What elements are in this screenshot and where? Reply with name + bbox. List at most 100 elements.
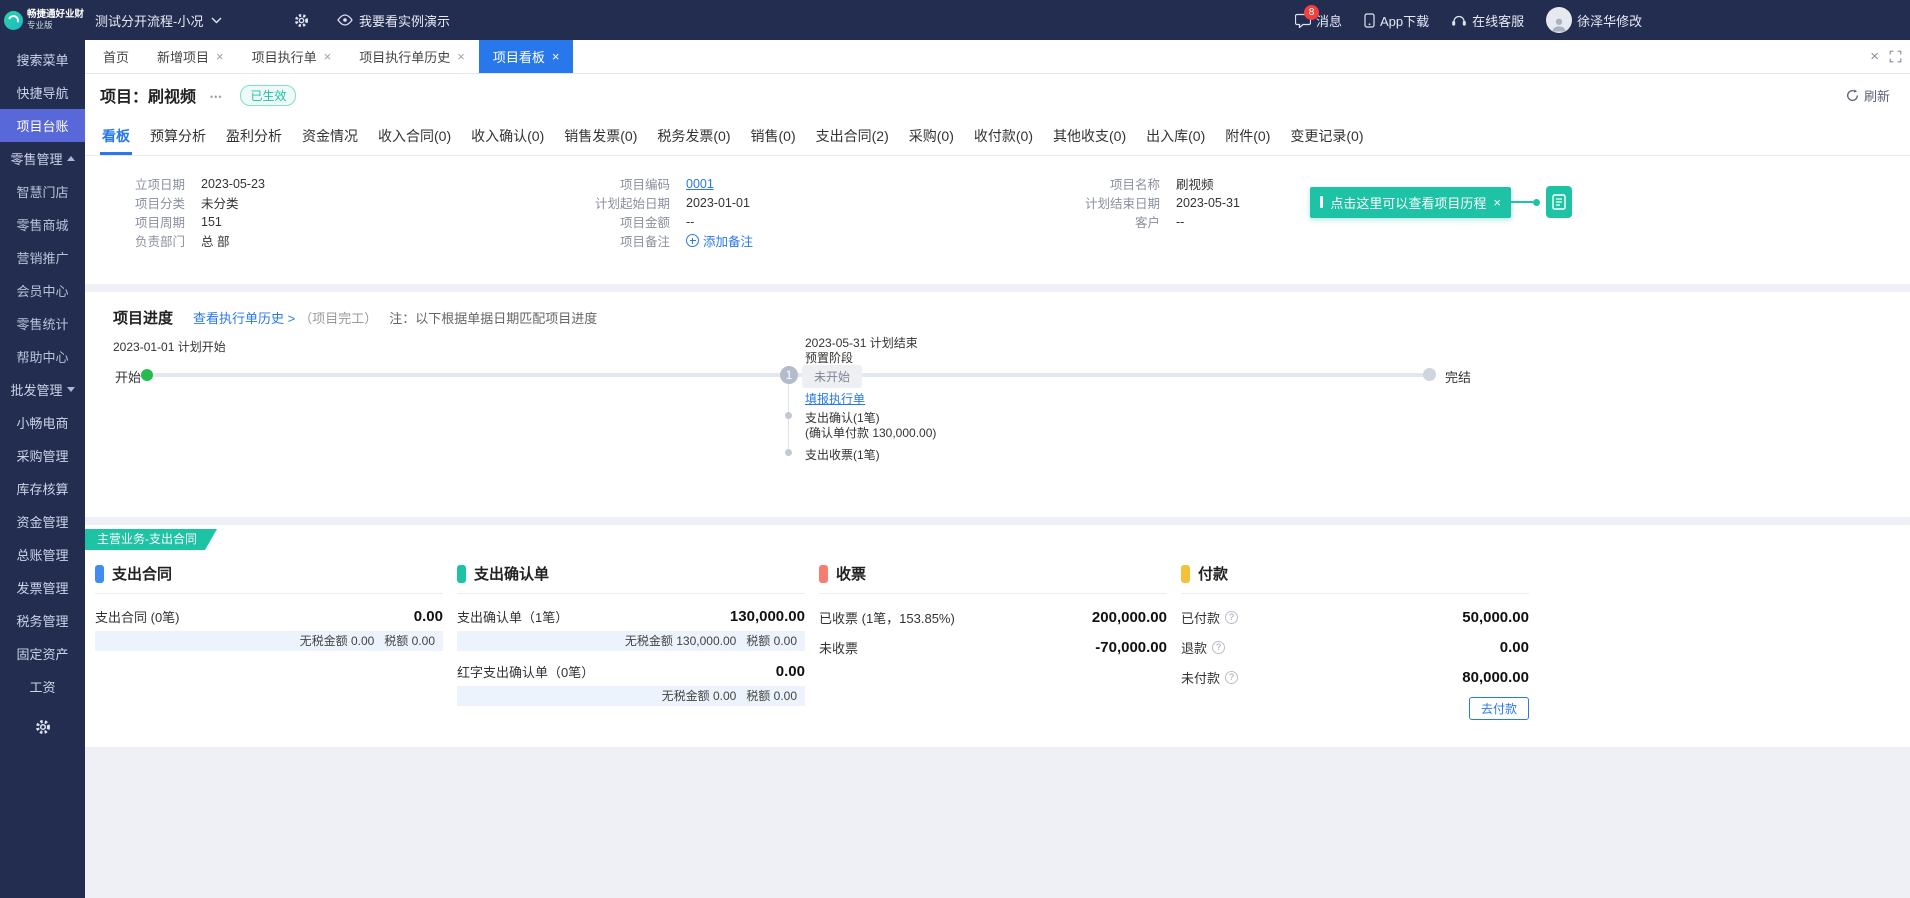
add-note-link[interactable]: 添加备注 [686, 231, 753, 250]
sidebar-item-retail-mall[interactable]: 零售商城 [0, 208, 85, 241]
sidebar-item-search-menu[interactable]: 搜索菜单 [0, 43, 85, 76]
subtab-budget-analysis[interactable]: 预算分析 [148, 116, 208, 155]
sidebar-item-wholesale-mgmt[interactable]: 批发管理 [0, 373, 85, 406]
close-all-tabs-icon[interactable] [1870, 48, 1879, 66]
tooltip-close-icon[interactable] [1493, 195, 1501, 210]
status-badge: 已生效 [240, 84, 297, 106]
card-header: 支出合同 [95, 563, 443, 594]
detail-dot [785, 449, 792, 456]
app-download-button[interactable]: App下载 [1364, 11, 1429, 30]
fill-execution-order-link[interactable]: 填报执行单 [805, 390, 865, 407]
sidebar-item-retail-stats[interactable]: 零售统计 [0, 307, 85, 340]
sidebar-item-tax-mgmt[interactable]: 税务管理 [0, 604, 85, 637]
card-row: 支出合同 (0笔) 0.00 [95, 602, 443, 631]
brand-title: 畅捷通好业财 [27, 8, 85, 20]
tab-project-execution[interactable]: 项目执行单 [238, 40, 346, 73]
sidebar-item-general-ledger[interactable]: 总账管理 [0, 538, 85, 571]
subtab-sales[interactable]: 销售(0) [749, 116, 798, 155]
card-row: 退款 0.00 [1181, 632, 1529, 662]
refresh-label: 刷新 [1863, 88, 1890, 104]
page-content: 项目：刷视频 已生效 刷新 看板 预算分析 盈利分析 资金情况 收入合同(0) [85, 74, 1910, 898]
info-column-2: 项目编码 0001 计划起始日期 2023-01-01 项目金额 -- 项目备注 添加… [570, 174, 1060, 250]
view-execution-history-link[interactable]: 查看执行单历史 > [193, 308, 295, 327]
sidebar-item-fund-mgmt[interactable]: 资金管理 [0, 505, 85, 538]
progress-title: 项目进度 [113, 310, 174, 327]
sidebar-item-payroll[interactable]: 工资 [0, 670, 85, 703]
subtab-stock-in-out[interactable]: 出入库(0) [1144, 116, 1207, 155]
online-service-button[interactable]: 在线客服 [1451, 11, 1524, 30]
sidebar-item-project-ledger[interactable]: 项目台账 [0, 109, 85, 142]
project-complete-status: （项目完工） [299, 311, 378, 326]
subtab-expense-contract[interactable]: 支出合同(2) [814, 116, 891, 155]
tab-close-icon[interactable] [457, 50, 465, 63]
help-icon[interactable] [1212, 640, 1226, 654]
subtab-dashboard[interactable]: 看板 [100, 116, 132, 155]
sidebar-item-purchase-mgmt[interactable]: 采购管理 [0, 439, 85, 472]
sidebar-item-retail-mgmt[interactable]: 零售管理 [0, 142, 85, 175]
sidebar-item-member-center[interactable]: 会员中心 [0, 274, 85, 307]
field-label: 负责部门 [134, 235, 185, 249]
project-code-link[interactable]: 0001 [686, 177, 714, 191]
subtab-profit-analysis[interactable]: 盈利分析 [224, 116, 284, 155]
org-selector[interactable]: 测试分开流程-小况 [95, 11, 280, 30]
field-label: 立项日期 [134, 178, 185, 192]
sidebar-item-xiaochang-ecommerce[interactable]: 小畅电商 [0, 406, 85, 439]
go-pay-button[interactable]: 去付款 [1468, 697, 1529, 720]
subtab-attachments[interactable]: 附件(0) [1223, 116, 1272, 155]
sidebar-item-help-center[interactable]: 帮助中心 [0, 340, 85, 373]
sidebar-item-quick-nav[interactable]: 快捷导航 [0, 76, 85, 109]
subtab-sales-invoice[interactable]: 销售发票(0) [562, 116, 639, 155]
help-icon[interactable] [1225, 610, 1239, 624]
subtab-other-income-expense[interactable]: 其他收支(0) [1051, 116, 1128, 155]
row-label: 已付款 [1181, 608, 1239, 627]
fullscreen-icon[interactable] [1889, 50, 1902, 63]
message-bubble-icon: 8 [1295, 4, 1319, 28]
tab-label: 新增项目 [157, 50, 210, 65]
tab-project-execution-history[interactable]: 项目执行单历史 [345, 40, 479, 73]
tab-close-icon[interactable] [216, 50, 224, 63]
tab-close-icon[interactable] [552, 50, 560, 63]
tab-label: 项目执行单 [251, 50, 317, 65]
project-history-icon[interactable] [1546, 186, 1572, 218]
chevron-down-icon [211, 17, 222, 23]
sidebar: 畅捷通好业财 专业版 搜索菜单 快捷导航 项目台账 零售管理 智慧门店 零售商城… [0, 0, 85, 898]
timeline-start-date: 2023-01-01 计划开始 [113, 340, 226, 354]
sidebar-item-marketing[interactable]: 营销推广 [0, 241, 85, 274]
topbar-settings-gear-icon[interactable] [294, 13, 309, 28]
main-area: 测试分开流程-小况 我要看实例演示 8 消息 App下载 在线客服 徐泽华修改 … [85, 0, 1910, 898]
messages-button[interactable]: 8 消息 [1295, 4, 1342, 30]
tab-new-project[interactable]: 新增项目 [143, 40, 238, 73]
card-header: 付款 [1181, 563, 1529, 594]
tab-close-icon[interactable] [324, 50, 332, 63]
subtab-funds[interactable]: 资金情况 [300, 116, 360, 155]
milestone-node[interactable]: 1 [780, 366, 798, 384]
subtab-tax-invoice[interactable]: 税务发票(0) [655, 116, 732, 155]
demo-link[interactable]: 我要看实例演示 [337, 11, 450, 30]
subtab-income-confirm[interactable]: 收入确认(0) [469, 116, 546, 155]
milestone-end-date: 2023-05-31 计划结束 [805, 336, 918, 350]
subtab-income-contract[interactable]: 收入合同(0) [376, 116, 453, 155]
subtab-change-log[interactable]: 变更记录(0) [1288, 116, 1365, 155]
sidebar-item-fixed-assets[interactable]: 固定资产 [0, 637, 85, 670]
sidebar-nav: 搜索菜单 快捷导航 项目台账 零售管理 智慧门店 零售商城 营销推广 会员中心 … [0, 40, 85, 703]
sidebar-item-invoice-mgmt[interactable]: 发票管理 [0, 571, 85, 604]
demo-link-label: 我要看实例演示 [359, 13, 451, 29]
more-actions-icon[interactable] [210, 87, 222, 103]
expense-contract-card: 支出合同 支出合同 (0笔) 0.00 无税金额 0.00 税额 0.00 [95, 563, 443, 720]
tab-home[interactable]: 首页 [89, 40, 143, 73]
sidebar-item-smart-store[interactable]: 智慧门店 [0, 175, 85, 208]
chevron-up-icon [66, 156, 75, 161]
refresh-button[interactable]: 刷新 [1846, 86, 1890, 105]
card-accent-yellow [1181, 564, 1190, 583]
subtab-purchase[interactable]: 采购(0) [907, 116, 956, 155]
subtab-receipts-payments[interactable]: 收付款(0) [972, 116, 1035, 155]
help-icon[interactable] [1225, 670, 1239, 684]
progress-note: 注：以下根据单据日期匹配项目进度 [389, 311, 598, 326]
card-title: 支出确认单 [474, 566, 550, 583]
summary-cards: 支出合同 支出合同 (0笔) 0.00 无税金额 0.00 税额 0.00 支出… [95, 563, 1910, 720]
sidebar-item-inventory-accounting[interactable]: 库存核算 [0, 472, 85, 505]
tax-detail-row: 无税金额 0.00 税额 0.00 [457, 686, 805, 706]
tab-project-dashboard[interactable]: 项目看板 [478, 40, 574, 73]
sidebar-settings-gear-icon[interactable] [0, 709, 85, 745]
user-menu[interactable]: 徐泽华修改 [1546, 7, 1642, 33]
